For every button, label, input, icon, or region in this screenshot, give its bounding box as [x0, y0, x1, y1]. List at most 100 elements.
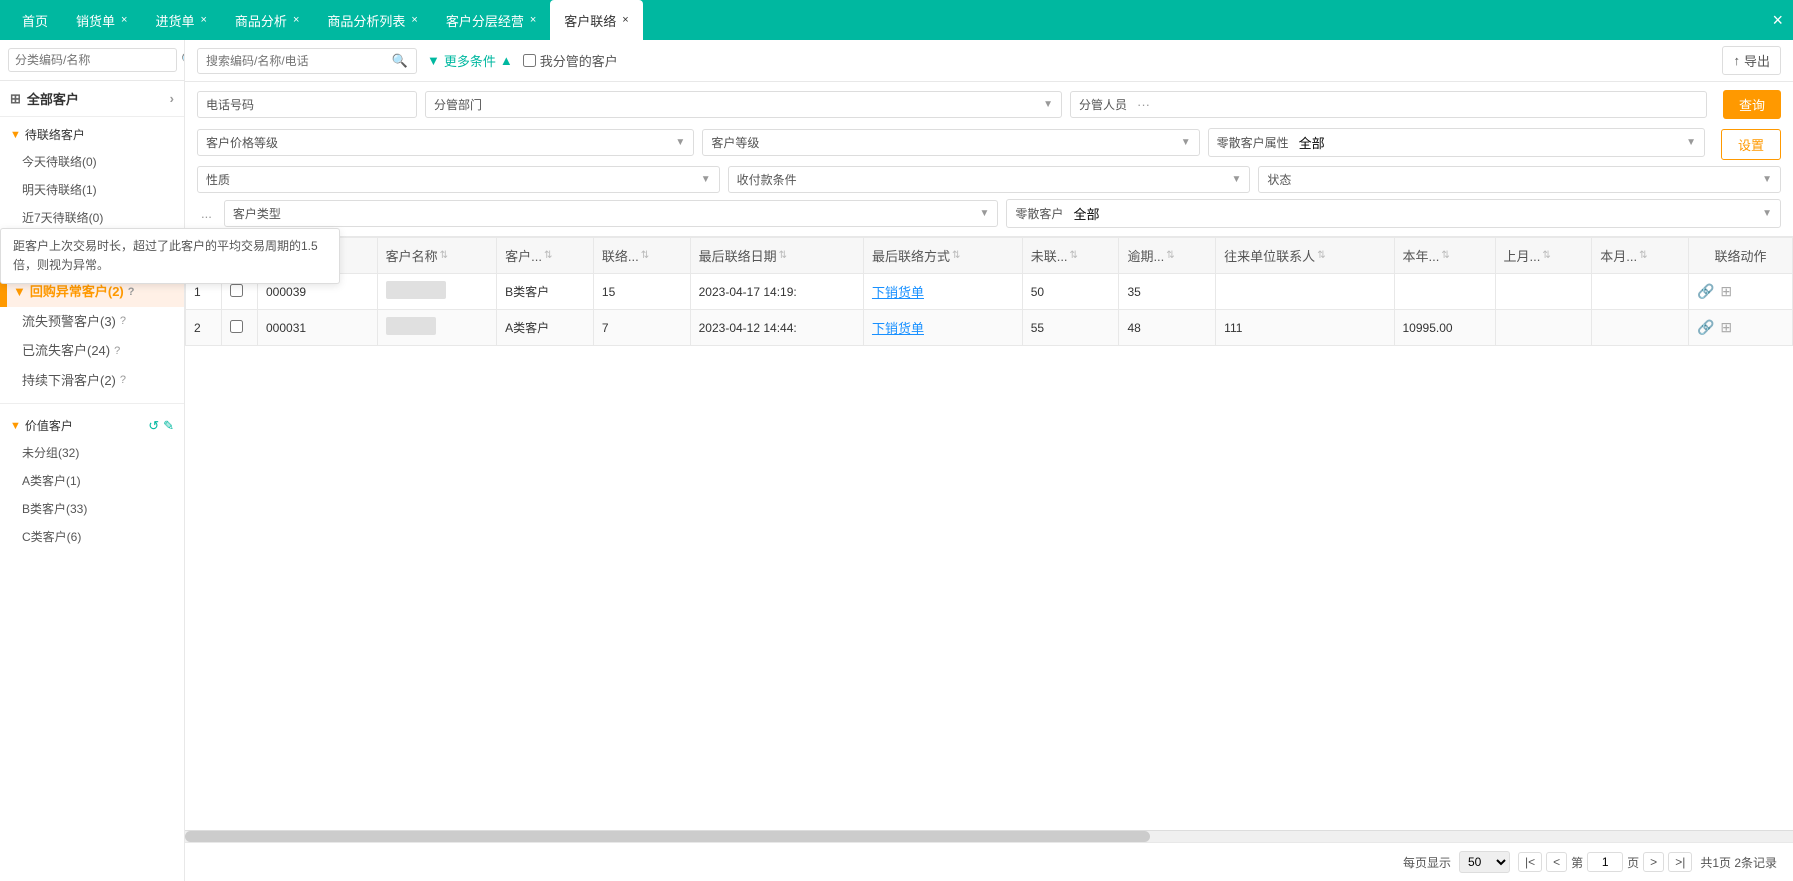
customer-level-filter[interactable]: 客户等级 ▼: [702, 129, 1199, 156]
group-reset-icon[interactable]: ↺: [148, 418, 159, 434]
value-customer-group-header[interactable]: ▼ 价值客户 ↺ ✎: [0, 412, 184, 439]
more-conditions-btn[interactable]: ▼ 更多条件 ▲: [427, 51, 513, 70]
pending-contact-group-header[interactable]: ▼ 待联络客户: [0, 121, 184, 148]
nav-purchase-close[interactable]: ×: [200, 14, 206, 26]
arrow-right-icon: ▼: [13, 282, 26, 302]
export-icon: ↑: [1733, 53, 1740, 68]
nav-product-analysis-list[interactable]: 商品分析列表 ×: [313, 0, 431, 40]
cell-action-2: 🔗 ⊞: [1688, 310, 1792, 346]
per-page-select[interactable]: 50 100 200: [1459, 851, 1510, 873]
sort-contact-person-icon[interactable]: ⇅: [1317, 250, 1325, 261]
status-caret-icon: ▼: [1762, 174, 1772, 185]
nav-customer-tier[interactable]: 客户分层经营 ×: [432, 0, 550, 40]
my-customers-checkbox[interactable]: [523, 54, 536, 67]
row4-dots[interactable]: ...: [201, 206, 212, 221]
th-this-year: 本年...⇅: [1394, 238, 1495, 274]
query-button[interactable]: 查询: [1723, 90, 1781, 119]
nav-customer-contact[interactable]: 客户联络 ×: [550, 0, 642, 40]
nav-product-analysis[interactable]: 商品分析 ×: [221, 0, 313, 40]
caret-up-icon: ▲: [500, 53, 513, 68]
retail-attr-filter[interactable]: 零散客户属性 全部 ▼: [1208, 128, 1705, 157]
cell-type-2: A类客户: [497, 310, 594, 346]
table-row: 2 000031 A类客户 7 2023-04-12 14:44: 下销货单 5…: [186, 310, 1793, 346]
group-edit-icon[interactable]: ✎: [163, 418, 174, 434]
repurchase-abnormal-group: ▼ 回购异常客户(2) ? 流失预警客户(3) ? 已流失客户(24) ? 持续…: [0, 273, 184, 399]
status-filter[interactable]: 状态 ▼: [1258, 166, 1781, 193]
sort-last-month-icon[interactable]: ⇅: [1542, 250, 1550, 261]
price-level-filter[interactable]: 客户价格等级 ▼: [197, 129, 694, 156]
value-customer-group: ▼ 价值客户 ↺ ✎ 未分组(32) A类客户(1) B类客户(33) C类客户…: [0, 408, 184, 555]
sort-unlisted-icon[interactable]: ⇅: [1070, 250, 1078, 261]
action-grid-icon-2[interactable]: ⊞: [1720, 319, 1732, 336]
gender-filter[interactable]: 性质 ▼: [197, 166, 720, 193]
sidebar-item-a-class[interactable]: A类客户(1): [0, 467, 184, 495]
sidebar-item-tomorrow[interactable]: 明天待联络(1): [0, 176, 184, 204]
sort-this-month-icon[interactable]: ⇅: [1639, 250, 1647, 261]
sort-last-method-icon[interactable]: ⇅: [952, 250, 960, 261]
payment-filter[interactable]: 收付款条件 ▼: [728, 166, 1251, 193]
close-all-tabs[interactable]: ×: [1772, 10, 1783, 31]
arrow2-down-icon: ▼: [10, 420, 21, 432]
sidebar-item-b-class[interactable]: B类客户(33): [0, 495, 184, 523]
sidebar-search-input[interactable]: [8, 48, 177, 72]
export-button[interactable]: ↑ 导出: [1722, 46, 1781, 75]
question-icon-lost: ?: [114, 343, 120, 360]
action-link-icon-2[interactable]: 🔗: [1697, 319, 1714, 336]
sidebar-item-declining[interactable]: 持续下滑客户(2) ?: [0, 366, 184, 396]
page-number-input[interactable]: [1587, 852, 1623, 872]
horizontal-scrollbar[interactable]: [185, 830, 1793, 842]
dept-filter[interactable]: 分管部门 ▼: [425, 91, 1062, 118]
cell-action-1: 🔗 ⊞: [1688, 274, 1792, 310]
nav-customer-contact-close[interactable]: ×: [622, 14, 628, 26]
nav-sales[interactable]: 销货单 ×: [62, 0, 141, 40]
nav-home[interactable]: 首页: [8, 0, 62, 40]
filter-row-3: 性质 ▼ 收付款条件 ▼ 状态 ▼: [197, 166, 1781, 193]
cell-unlisted-1: 50: [1022, 274, 1119, 310]
scrollbar-thumb[interactable]: [185, 831, 1150, 842]
last-method-link-2[interactable]: 下销货单: [872, 321, 924, 336]
phone-filter[interactable]: 电话号码: [197, 91, 417, 118]
customers-table: ⚙ 客户编码⇅ 客户名称⇅ 客户...⇅: [185, 237, 1793, 346]
sidebar-collapse-icon[interactable]: ›: [170, 91, 174, 106]
manager-dots[interactable]: ···: [1137, 97, 1150, 112]
sidebar-item-lost[interactable]: 已流失客户(24) ?: [0, 336, 184, 366]
settings-button[interactable]: 设置: [1721, 129, 1781, 160]
customer-type-filter[interactable]: 客户类型 ▼: [224, 200, 999, 227]
filter-row-2: 客户价格等级 ▼ 客户等级 ▼ 零散客户属性 全部 ▼ 设置: [197, 125, 1781, 160]
sort-last-date-icon[interactable]: ⇅: [779, 250, 787, 261]
sort-type-icon[interactable]: ⇅: [544, 250, 552, 261]
prev-page-btn[interactable]: <: [1546, 852, 1567, 872]
action-link-icon-1[interactable]: 🔗: [1697, 283, 1714, 300]
table-row: 1 000039 B类客户 15 2023-04-17 14:19: 下销货单 …: [186, 274, 1793, 310]
next-page-btn[interactable]: >: [1643, 852, 1664, 872]
sort-name-icon[interactable]: ⇅: [440, 250, 448, 261]
nav-customer-tier-close[interactable]: ×: [530, 14, 536, 26]
manager-filter[interactable]: 分管人员 ···: [1070, 91, 1707, 118]
nav-purchase[interactable]: 进货单 ×: [141, 0, 220, 40]
retail-customer-caret-icon: ▼: [1762, 208, 1772, 219]
nav-product-analysis-close[interactable]: ×: [293, 14, 299, 26]
retail-customer-filter[interactable]: 零散客户 全部 ▼: [1006, 199, 1781, 228]
group-actions: ↺ ✎: [144, 418, 174, 434]
row2-checkbox[interactable]: [230, 320, 243, 333]
sort-contact-icon[interactable]: ⇅: [641, 250, 649, 261]
row1-checkbox[interactable]: [230, 284, 243, 297]
last-page-btn[interactable]: >|: [1668, 852, 1692, 872]
all-customers-header[interactable]: ⊞ 全部客户 ›: [0, 81, 184, 117]
table-area: ⚙ 客户编码⇅ 客户名称⇅ 客户...⇅: [185, 237, 1793, 830]
sidebar-item-loss-warning[interactable]: 流失预警客户(3) ?: [0, 307, 184, 337]
sidebar-item-c-class[interactable]: C类客户(6): [0, 523, 184, 551]
main-search-input[interactable]: [206, 54, 392, 68]
cell-contact-person-2: 111: [1216, 310, 1394, 346]
page-navigation: |< < 第 页 > >|: [1518, 852, 1692, 872]
nav-product-list-close[interactable]: ×: [411, 14, 417, 26]
first-page-btn[interactable]: |<: [1518, 852, 1542, 872]
sidebar-item-today[interactable]: 今天待联络(0): [0, 148, 184, 176]
action-grid-icon-1[interactable]: ⊞: [1720, 283, 1732, 300]
sort-this-year-icon[interactable]: ⇅: [1441, 250, 1449, 261]
main-search-icon[interactable]: 🔍: [392, 53, 408, 69]
sidebar-item-unclassified[interactable]: 未分组(32): [0, 439, 184, 467]
last-method-link-1[interactable]: 下销货单: [872, 285, 924, 300]
nav-sales-close[interactable]: ×: [121, 14, 127, 26]
sort-overdue-icon[interactable]: ⇅: [1166, 250, 1174, 261]
